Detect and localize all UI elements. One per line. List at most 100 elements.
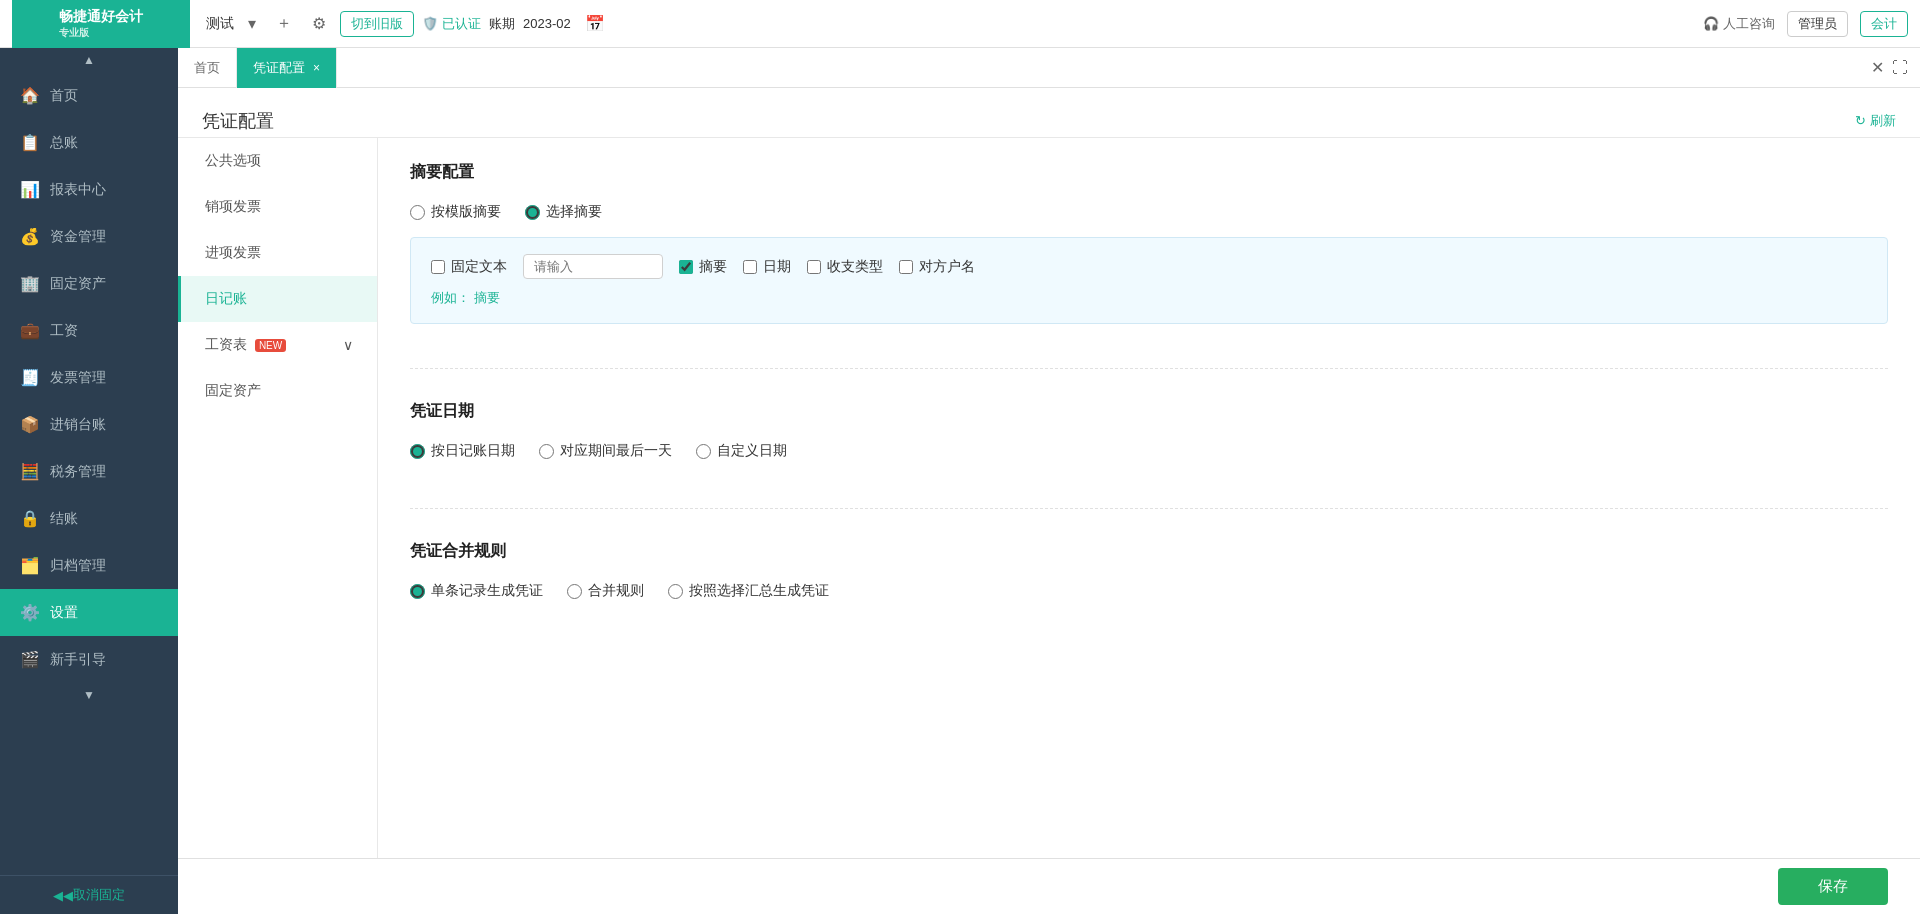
checkbox-fixed-text[interactable]: 固定文本 bbox=[431, 258, 507, 276]
checkbox-abstract-input[interactable] bbox=[679, 260, 693, 274]
checkbox-abstract-label: 摘要 bbox=[699, 258, 727, 276]
home-icon: 🏠 bbox=[20, 86, 40, 105]
radio-summary[interactable]: 按照选择汇总生成凭证 bbox=[668, 582, 829, 600]
tab-voucher-config[interactable]: 凭证配置 × bbox=[237, 48, 337, 88]
sidebar-label-funds: 资金管理 bbox=[50, 228, 106, 246]
sidebar-item-settings[interactable]: ⚙️ 设置 bbox=[0, 589, 178, 636]
radio-merge-rule[interactable]: 合并规则 bbox=[567, 582, 644, 600]
cancel-fixed-btn[interactable]: ◀◀ 取消固定 bbox=[0, 875, 178, 914]
sidebar-item-salary[interactable]: 💼 工资 bbox=[0, 307, 178, 354]
checkbox-date-label: 日期 bbox=[763, 258, 791, 276]
settings-icon[interactable]: ⚙ bbox=[306, 10, 332, 37]
logo-subtitle: 专业版 bbox=[59, 26, 143, 40]
sidebar-item-ledger[interactable]: 📋 总账 bbox=[0, 119, 178, 166]
reports-icon: 📊 bbox=[20, 180, 40, 199]
tab-voucher-config-label: 凭证配置 bbox=[253, 59, 305, 77]
consult-btn[interactable]: 🎧 人工咨询 bbox=[1703, 15, 1775, 33]
tab-home[interactable]: 首页 bbox=[178, 48, 237, 88]
ledger-icon: 📋 bbox=[20, 133, 40, 152]
sidebar-item-archive[interactable]: 🗂️ 归档管理 bbox=[0, 542, 178, 589]
refresh-label: 刷新 bbox=[1870, 112, 1896, 130]
sidebar-item-invoice[interactable]: 🧾 发票管理 bbox=[0, 354, 178, 401]
checkbox-abstract[interactable]: 摘要 bbox=[679, 258, 727, 276]
sidebar-label-salary: 工资 bbox=[50, 322, 78, 340]
sidebar-item-sales-ledger[interactable]: 📦 进销台账 bbox=[0, 401, 178, 448]
radio-merge-rule-input[interactable] bbox=[567, 584, 582, 599]
section-merge: 凭证合并规则 单条记录生成凭证 合并规则 按照选择汇总生成凭证 bbox=[410, 541, 1888, 648]
radio-template-abstract[interactable]: 按模版摘要 bbox=[410, 203, 501, 221]
radio-select-abstract-input[interactable] bbox=[525, 205, 540, 220]
calendar-icon[interactable]: 📅 bbox=[579, 10, 611, 37]
sidebar: ▲ 🏠 首页 📋 总账 📊 报表中心 💰 资金管理 🏢 固定资产 💼 工资 🧾 … bbox=[0, 48, 178, 914]
expand-icon[interactable]: ⛶ bbox=[1892, 59, 1908, 77]
top-center: 测试 ▾ ＋ ⚙ 切到旧版 🛡️ 已认证 账期 2023-02 📅 bbox=[190, 9, 1703, 38]
sidebar-label-fixed-assets: 固定资产 bbox=[50, 275, 106, 293]
sidebar-item-tax[interactable]: 🧮 税务管理 bbox=[0, 448, 178, 495]
checkbox-pay-type-input[interactable] bbox=[807, 260, 821, 274]
fixed-text-input[interactable] bbox=[523, 254, 663, 279]
sidebar-item-guide[interactable]: 🎬 新手引导 bbox=[0, 636, 178, 683]
left-nav-item-public[interactable]: 公共选项 bbox=[178, 138, 377, 184]
sidebar-item-close-account[interactable]: 🔒 结账 bbox=[0, 495, 178, 542]
close-window-icon[interactable]: ✕ bbox=[1871, 58, 1884, 77]
save-btn[interactable]: 保存 bbox=[1778, 868, 1888, 905]
radio-select-label: 选择摘要 bbox=[546, 203, 602, 221]
period-label: 账期 bbox=[489, 15, 515, 33]
checkbox-counterpart[interactable]: 对方户名 bbox=[899, 258, 975, 276]
radio-select-abstract[interactable]: 选择摘要 bbox=[525, 203, 602, 221]
checkbox-fixed-text-label: 固定文本 bbox=[451, 258, 507, 276]
radio-period-last-day[interactable]: 对应期间最后一天 bbox=[539, 442, 672, 460]
shield-icon: 🛡️ bbox=[422, 16, 438, 31]
radio-journal-date[interactable]: 按日记账日期 bbox=[410, 442, 515, 460]
sidebar-label-settings: 设置 bbox=[50, 604, 78, 622]
radio-custom-date-label: 自定义日期 bbox=[717, 442, 787, 460]
left-nav-item-fixed-assets-nav[interactable]: 固定资产 bbox=[178, 368, 377, 414]
radio-template-abstract-input[interactable] bbox=[410, 205, 425, 220]
sidebar-scroll-down[interactable]: ▼ bbox=[0, 683, 178, 707]
checkbox-fixed-text-input[interactable] bbox=[431, 260, 445, 274]
left-nav-item-journal[interactable]: 日记账 bbox=[178, 276, 377, 322]
funds-icon: 💰 bbox=[20, 227, 40, 246]
switch-old-btn[interactable]: 切到旧版 bbox=[340, 11, 414, 37]
sidebar-scroll-up[interactable]: ▲ bbox=[0, 48, 178, 72]
checkbox-date-input[interactable] bbox=[743, 260, 757, 274]
tab-close-icon[interactable]: × bbox=[313, 61, 320, 75]
salary-icon: 💼 bbox=[20, 321, 40, 340]
radio-period-last-day-input[interactable] bbox=[539, 444, 554, 459]
sidebar-item-funds[interactable]: 💰 资金管理 bbox=[0, 213, 178, 260]
dropdown-icon[interactable]: ▾ bbox=[242, 10, 262, 37]
radio-single-record[interactable]: 单条记录生成凭证 bbox=[410, 582, 543, 600]
radio-journal-date-input[interactable] bbox=[410, 444, 425, 459]
left-nav-label-output: 销项发票 bbox=[205, 198, 261, 214]
radio-custom-date-input[interactable] bbox=[696, 444, 711, 459]
section-title-date: 凭证日期 bbox=[410, 401, 1888, 422]
sidebar-label-tax: 税务管理 bbox=[50, 463, 106, 481]
content-area: 凭证配置 ↻ 刷新 公共选项 销项发票 进项发票 日记账 bbox=[178, 88, 1920, 914]
checkbox-pay-type[interactable]: 收支类型 bbox=[807, 258, 883, 276]
sidebar-label-home: 首页 bbox=[50, 87, 78, 105]
certified-text: 已认证 bbox=[442, 15, 481, 33]
checkbox-counterpart-input[interactable] bbox=[899, 260, 913, 274]
checkbox-date[interactable]: 日期 bbox=[743, 258, 791, 276]
sidebar-label-guide: 新手引导 bbox=[50, 651, 106, 669]
close-account-icon: 🔒 bbox=[20, 509, 40, 528]
left-nav-item-payroll[interactable]: 工资表 NEW ∨ bbox=[178, 322, 377, 368]
radio-single-record-input[interactable] bbox=[410, 584, 425, 599]
radio-merge-rule-label: 合并规则 bbox=[588, 582, 644, 600]
sidebar-item-fixed-assets[interactable]: 🏢 固定资产 bbox=[0, 260, 178, 307]
sidebar-item-reports[interactable]: 📊 报表中心 bbox=[0, 166, 178, 213]
radio-custom-date[interactable]: 自定义日期 bbox=[696, 442, 787, 460]
refresh-btn[interactable]: ↻ 刷新 bbox=[1855, 112, 1896, 130]
left-nav-item-input-invoice[interactable]: 进项发票 bbox=[178, 230, 377, 276]
left-nav-item-output-invoice[interactable]: 销项发票 bbox=[178, 184, 377, 230]
cancel-fixed-label: 取消固定 bbox=[73, 886, 125, 904]
accountant-btn[interactable]: 会计 bbox=[1860, 11, 1908, 37]
sidebar-item-home[interactable]: 🏠 首页 bbox=[0, 72, 178, 119]
left-nav-label-fixed-assets: 固定资产 bbox=[205, 382, 261, 398]
company-name: 测试 bbox=[206, 15, 234, 33]
radio-summary-input[interactable] bbox=[668, 584, 683, 599]
expand-arrow-icon: ∨ bbox=[343, 337, 353, 353]
left-nav: 公共选项 销项发票 进项发票 日记账 工资表 NEW ∨ bbox=[178, 138, 378, 858]
manager-btn[interactable]: 管理员 bbox=[1787, 11, 1848, 37]
add-icon[interactable]: ＋ bbox=[270, 9, 298, 38]
